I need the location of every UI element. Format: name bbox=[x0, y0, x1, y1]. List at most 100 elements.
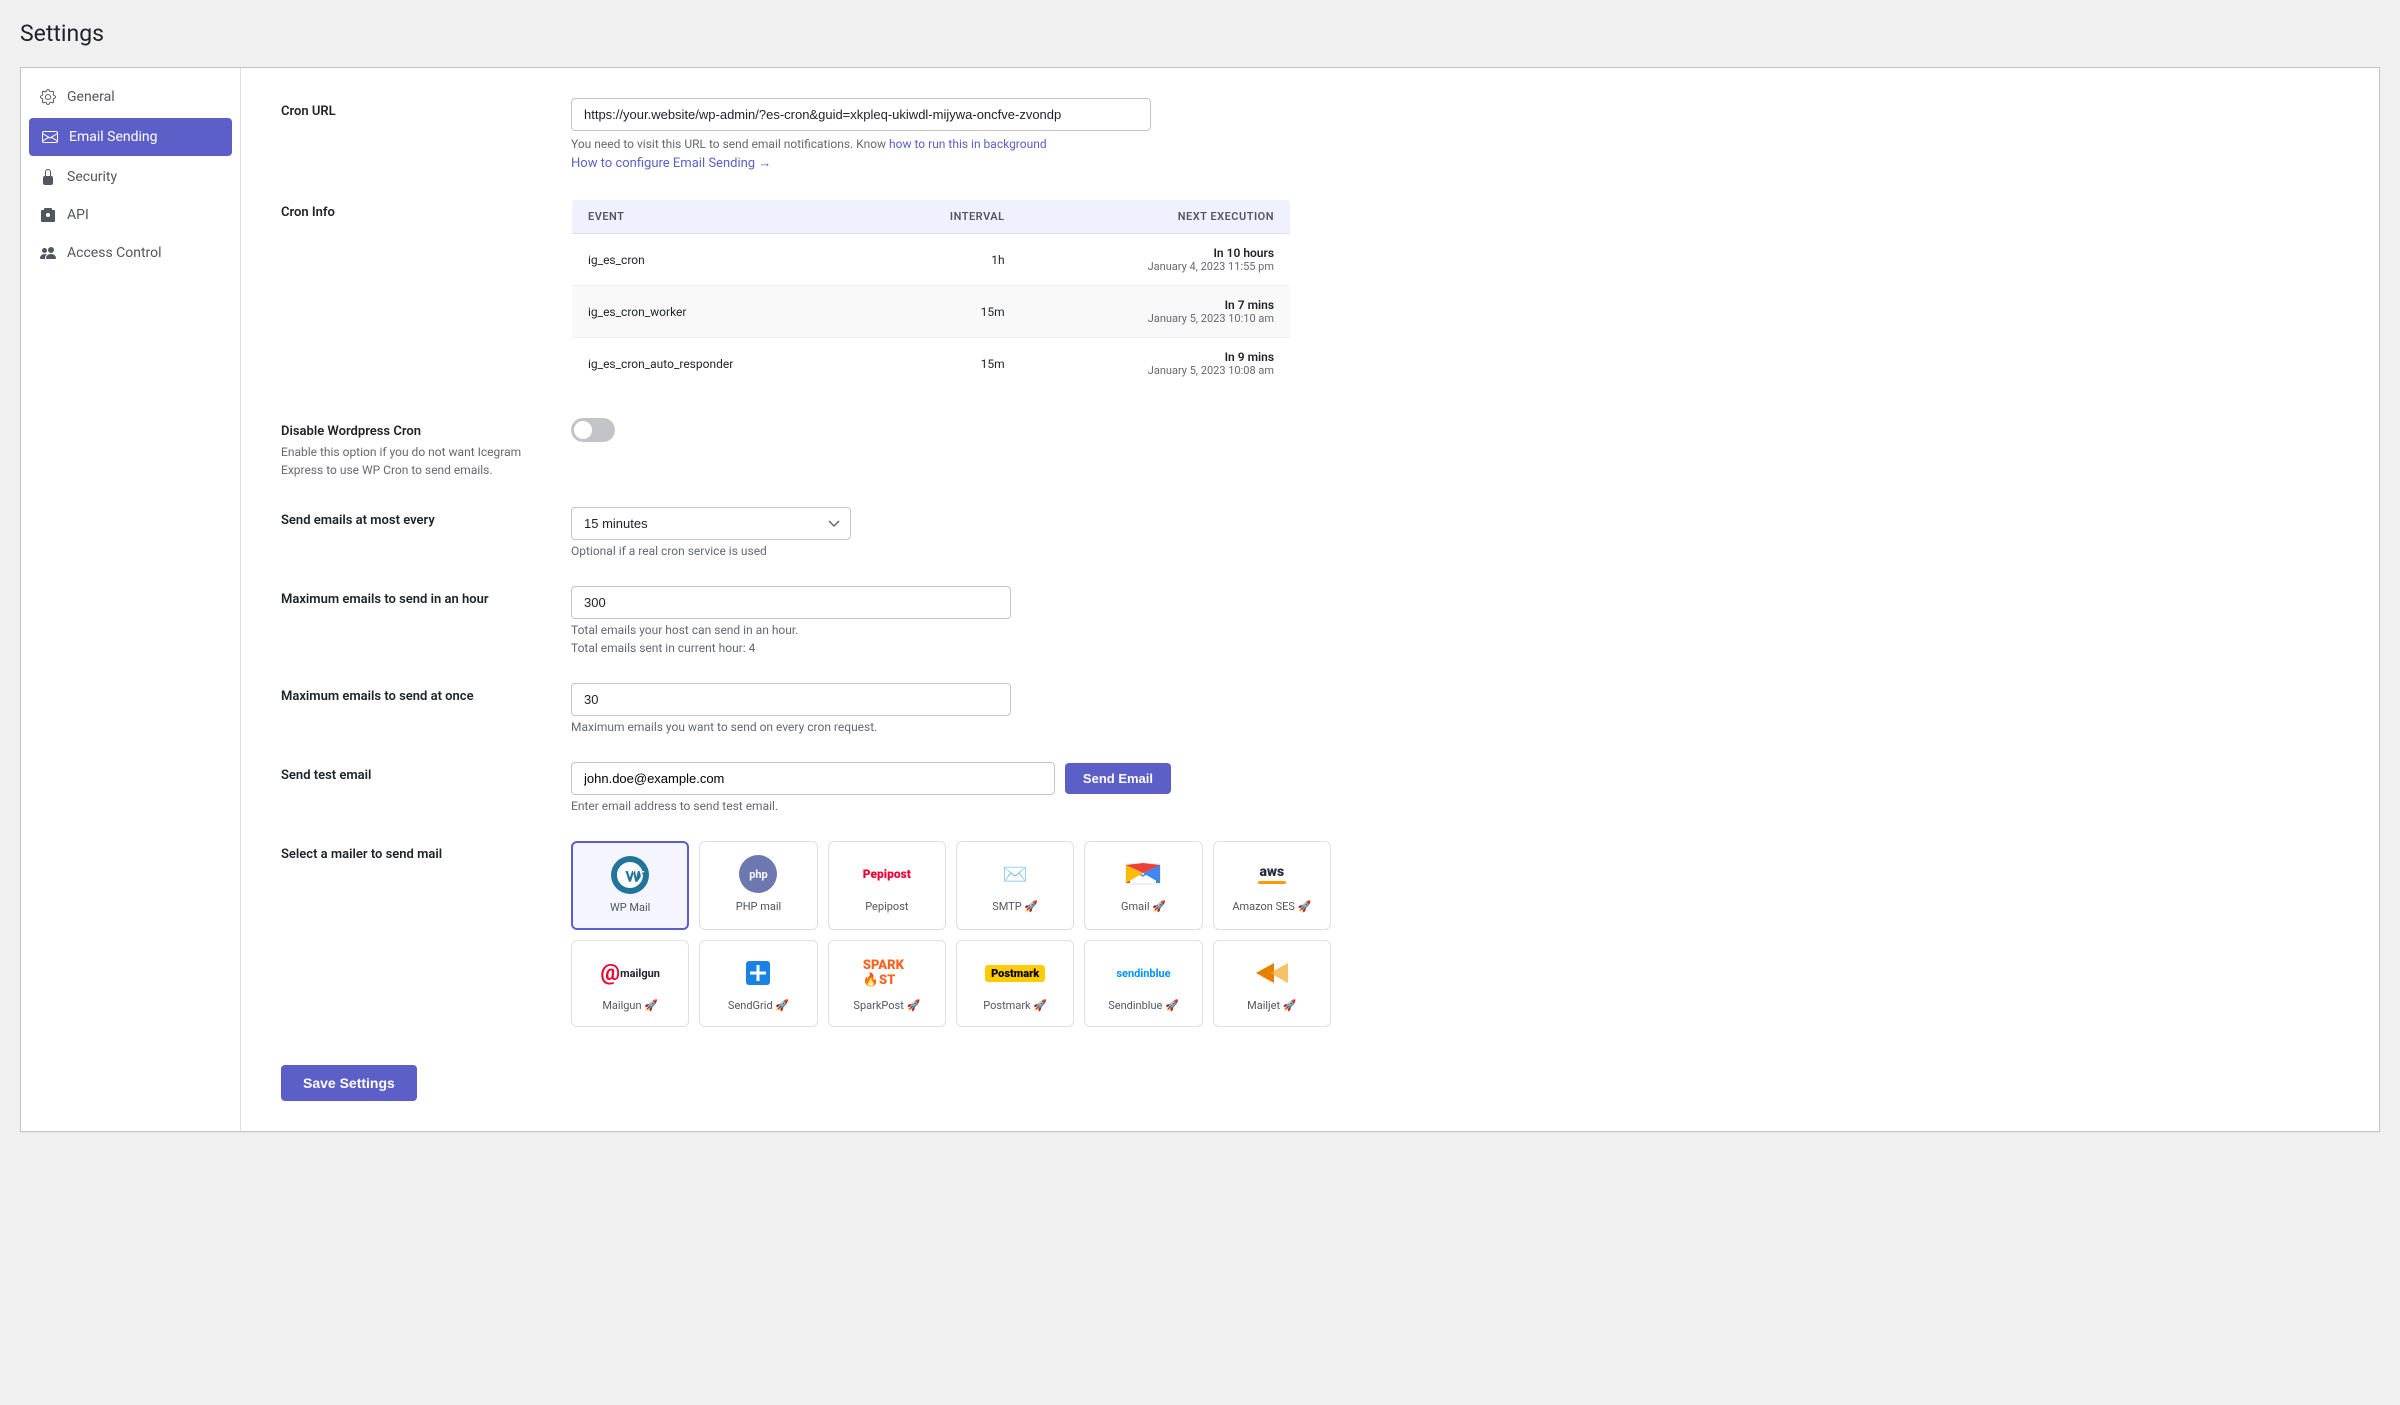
cron-interval-cell: 1h bbox=[873, 234, 1020, 286]
cron-next-cell: In 10 hours January 4, 2023 11:55 pm bbox=[1021, 234, 1291, 286]
max-emails-once-hint: Maximum emails you want to send on every… bbox=[571, 720, 2339, 734]
col-next-execution: NEXT EXECUTION bbox=[1021, 200, 1291, 234]
cron-url-row: Cron URL You need to visit this URL to s… bbox=[281, 98, 2339, 171]
sidebar: General Email Sending Security bbox=[21, 68, 241, 1131]
gmail-logo bbox=[1119, 856, 1167, 892]
sidebar-item-api[interactable]: API bbox=[21, 196, 240, 234]
send-interval-control: 5 minutes 10 minutes 15 minutes 30 minut… bbox=[571, 507, 2339, 558]
sidebar-item-general-label: General bbox=[67, 89, 115, 105]
mailer-amazon-ses[interactable]: aws Amazon SES 🚀 bbox=[1213, 841, 1331, 930]
sidebar-item-email-sending[interactable]: Email Sending bbox=[29, 118, 232, 156]
gear-icon bbox=[39, 88, 57, 106]
php-badge: php bbox=[739, 855, 777, 893]
cron-interval-cell: 15m bbox=[873, 338, 1020, 390]
cron-help-text: You need to visit this URL to send email… bbox=[571, 137, 2339, 151]
test-email-row: Send test email Send Email Enter email a… bbox=[281, 762, 2339, 813]
mailer-grid: WP Mail php PHP mail Pepipost bbox=[571, 841, 1331, 1027]
mailer-row: Select a mailer to send mail bbox=[281, 841, 2339, 1027]
disable-wp-cron-label: Disable Wordpress Cron bbox=[281, 424, 541, 439]
cron-table-row: ig_es_cron_worker 15m In 7 mins January … bbox=[572, 286, 1291, 338]
mailer-smtp[interactable]: ✉️ SMTP 🚀 bbox=[956, 841, 1074, 930]
disable-wp-cron-toggle[interactable] bbox=[571, 418, 615, 442]
sidebar-item-security-label: Security bbox=[67, 169, 117, 185]
cron-next-cell: In 9 mins January 5, 2023 10:08 am bbox=[1021, 338, 1291, 390]
mailjet-logo bbox=[1248, 955, 1296, 991]
mailgun-logo: @mailgun bbox=[606, 955, 654, 991]
mailer-sparkpost[interactable]: SPARK🔥ST SparkPost 🚀 bbox=[828, 940, 946, 1027]
pepipost-text: Pepipost bbox=[863, 867, 911, 881]
postmark-logo: Postmark bbox=[991, 955, 1039, 991]
send-interval-select[interactable]: 5 minutes 10 minutes 15 minutes 30 minut… bbox=[571, 507, 851, 540]
mailer-php-mail-label: PHP mail bbox=[736, 900, 781, 913]
col-interval: INTERVAL bbox=[873, 200, 1020, 234]
max-emails-once-control: Maximum emails you want to send on every… bbox=[571, 683, 2339, 734]
php-mail-logo: php bbox=[734, 856, 782, 892]
disable-wp-cron-desc: Enable this option if you do not want Ic… bbox=[281, 443, 541, 479]
save-settings-button[interactable]: Save Settings bbox=[281, 1065, 417, 1101]
mailer-sendgrid[interactable]: SendGrid 🚀 bbox=[699, 940, 817, 1027]
test-email-hint: Enter email address to send test email. bbox=[571, 799, 2339, 813]
mailer-wp-mail[interactable]: WP Mail bbox=[571, 841, 689, 930]
cron-table-row: ig_es_cron_auto_responder 15m In 9 mins … bbox=[572, 338, 1291, 390]
mailer-smtp-label: SMTP 🚀 bbox=[992, 900, 1038, 913]
sidebar-item-access-control[interactable]: Access Control bbox=[21, 234, 240, 272]
max-emails-once-row: Maximum emails to send at once Maximum e… bbox=[281, 683, 2339, 734]
mailer-sendinblue[interactable]: sendinblue Sendinblue 🚀 bbox=[1084, 940, 1202, 1027]
disable-wp-cron-row: Disable Wordpress Cron Enable this optio… bbox=[281, 418, 2339, 479]
sidebar-item-access-control-label: Access Control bbox=[67, 245, 162, 261]
lock-icon bbox=[39, 168, 57, 186]
mailer-mailgun[interactable]: @mailgun Mailgun 🚀 bbox=[571, 940, 689, 1027]
test-email-input-row: Send Email bbox=[571, 762, 1171, 795]
pepipost-logo: Pepipost bbox=[863, 856, 911, 892]
sidebar-item-email-sending-label: Email Sending bbox=[69, 129, 158, 145]
sparkpost-logo: SPARK🔥ST bbox=[863, 955, 911, 991]
send-interval-row: Send emails at most every 5 minutes 10 m… bbox=[281, 507, 2339, 558]
send-interval-hint: Optional if a real cron service is used bbox=[571, 544, 2339, 558]
test-email-input[interactable] bbox=[571, 762, 1055, 795]
mailer-gmail[interactable]: Gmail 🚀 bbox=[1084, 841, 1202, 930]
mailer-label: Select a mailer to send mail bbox=[281, 847, 541, 862]
mailer-postmark[interactable]: Postmark Postmark 🚀 bbox=[956, 940, 1074, 1027]
cron-interval-cell: 15m bbox=[873, 286, 1020, 338]
max-emails-hint2: Total emails sent in current hour: 4 bbox=[571, 641, 2339, 655]
email-icon bbox=[41, 128, 59, 146]
cron-next-cell: In 7 mins January 5, 2023 10:10 am bbox=[1021, 286, 1291, 338]
max-emails-hour-input[interactable] bbox=[571, 586, 1011, 619]
cron-info-control: EVENT INTERVAL NEXT EXECUTION ig_es_cron… bbox=[571, 199, 2339, 390]
sidebar-item-security[interactable]: Security bbox=[21, 158, 240, 196]
cron-url-input[interactable] bbox=[571, 98, 1151, 131]
mailer-php-mail[interactable]: php PHP mail bbox=[699, 841, 817, 930]
save-settings-row: Save Settings bbox=[281, 1055, 2339, 1101]
max-emails-hour-row: Maximum emails to send in an hour Total … bbox=[281, 586, 2339, 655]
mailer-sendgrid-label: SendGrid 🚀 bbox=[728, 999, 789, 1012]
mailer-mailgun-label: Mailgun 🚀 bbox=[602, 999, 658, 1012]
cron-event-cell: ig_es_cron_worker bbox=[572, 286, 874, 338]
wp-mail-logo bbox=[606, 857, 654, 893]
sidebar-item-general[interactable]: General bbox=[21, 78, 240, 116]
max-emails-hint1: Total emails your host can send in an ho… bbox=[571, 623, 2339, 637]
main-content: Cron URL You need to visit this URL to s… bbox=[241, 68, 2379, 1131]
mailer-mailjet-label: Mailjet 🚀 bbox=[1247, 999, 1296, 1012]
smtp-logo: ✉️ bbox=[991, 856, 1039, 892]
mailer-sendinblue-label: Sendinblue 🚀 bbox=[1108, 999, 1179, 1012]
mailer-gmail-label: Gmail 🚀 bbox=[1121, 900, 1166, 913]
cron-configure-link[interactable]: How to configure Email Sending → bbox=[571, 155, 771, 171]
max-emails-hour-label: Maximum emails to send in an hour bbox=[281, 592, 541, 607]
api-icon bbox=[39, 206, 57, 224]
col-event: EVENT bbox=[572, 200, 874, 234]
cron-table-row: ig_es_cron 1h In 10 hours January 4, 202… bbox=[572, 234, 1291, 286]
send-email-button[interactable]: Send Email bbox=[1065, 763, 1171, 794]
sendgrid-logo bbox=[734, 955, 782, 991]
cron-url-label: Cron URL bbox=[281, 104, 541, 119]
mailer-postmark-label: Postmark 🚀 bbox=[983, 999, 1047, 1012]
sidebar-item-api-label: API bbox=[67, 207, 89, 223]
cron-background-link[interactable]: how to run this in background bbox=[889, 137, 1047, 151]
mailer-pepipost[interactable]: Pepipost Pepipost bbox=[828, 841, 946, 930]
max-emails-once-label: Maximum emails to send at once bbox=[281, 689, 541, 704]
send-interval-label: Send emails at most every bbox=[281, 513, 541, 528]
max-emails-once-input[interactable] bbox=[571, 683, 1011, 716]
mailer-pepipost-label: Pepipost bbox=[865, 900, 908, 913]
mailer-mailjet[interactable]: Mailjet 🚀 bbox=[1213, 940, 1331, 1027]
cron-info-row: Cron Info EVENT INTERVAL NEXT EXECUTION bbox=[281, 199, 2339, 390]
page-title: Settings bbox=[20, 20, 2380, 47]
